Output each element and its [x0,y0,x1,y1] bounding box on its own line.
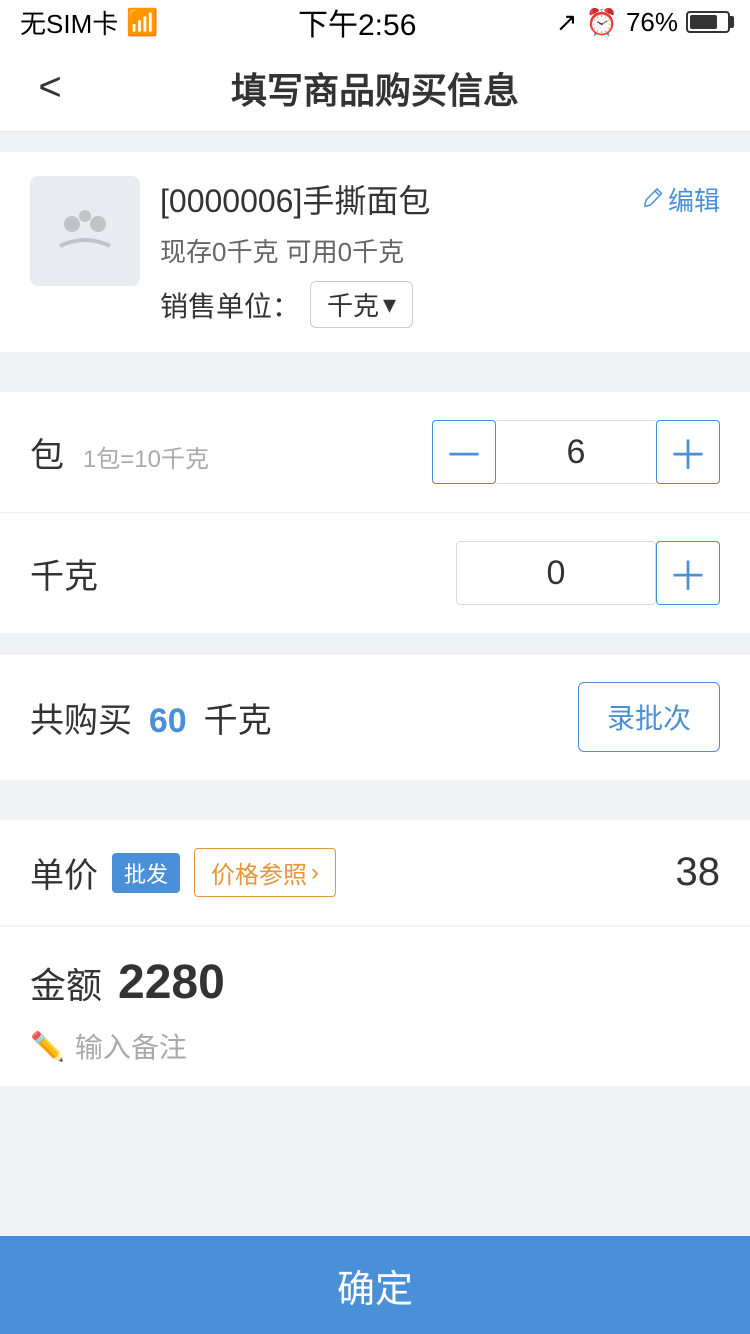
bag-hint: 1包=10千克 [83,446,209,473]
total-row: 共购买 60 千克 录批次 [0,653,750,780]
battery-percent: 76% [626,7,678,38]
amount-section: 金额 2280 ✏️ 输入备注 [0,927,750,1086]
product-name: [0000006]手撕面包 [160,176,430,222]
total-amount: 60 [149,702,187,740]
battery-fill [690,15,717,29]
alarm-icon: ⏰ [586,7,618,38]
price-label: 单价 [30,848,98,897]
remark-placeholder: 输入备注 [75,1026,187,1066]
product-info: [0000006]手撕面包 编辑 现存0千克 可用0千克 销售单位： 千克 ▾ [160,176,720,328]
price-ref-arrow: › [311,859,319,887]
amount-value: 2280 [118,955,225,1010]
amount-label: 金额 [30,957,102,1009]
kg-qty-control: ＋ [456,541,720,605]
bag-qty-input[interactable] [496,420,656,484]
bag-decrement-button[interactable]: － [432,420,496,484]
quantity-section: 包 1包=10千克 － ＋ 千克 ＋ [0,392,750,633]
bag-qty-row: 包 1包=10千克 － ＋ [0,392,750,513]
unit-select[interactable]: 千克 ▾ [310,281,413,328]
status-right: ↗ ⏰ 76% [556,7,730,38]
time-display: 下午2:56 [298,0,416,44]
price-left: 单价 批发 价格参照 › [30,848,336,897]
bag-qty-control: － ＋ [432,420,720,484]
edit-button[interactable]: 编辑 [642,181,720,218]
product-card: [0000006]手撕面包 编辑 现存0千克 可用0千克 销售单位： 千克 ▾ [0,152,750,352]
divider-3 [0,780,750,800]
pencil-icon: ✏️ [30,1030,65,1063]
product-image [30,176,140,286]
back-button[interactable]: < [20,58,80,118]
amount-row: 金额 2280 [30,955,720,1010]
price-value: 38 [676,850,721,895]
wifi-icon: 📶 [126,7,158,38]
product-logo-icon [50,196,120,266]
price-ref-button[interactable]: 价格参照 › [194,848,336,897]
product-stock: 现存0千克 可用0千克 [160,232,720,269]
unit-value: 千克 [327,286,379,323]
location-icon: ↗ [556,7,578,38]
kg-label-group: 千克 [30,549,98,598]
bag-label-group: 包 1包=10千克 [30,428,209,477]
dropdown-icon: ▾ [383,289,396,320]
batch-button[interactable]: 录批次 [578,682,720,752]
price-section: 单价 批发 价格参照 › 38 [0,820,750,925]
page-title: 填写商品购买信息 [231,62,519,114]
kg-qty-input[interactable] [456,541,656,605]
status-left: 无SIM卡 📶 [20,4,159,41]
edit-icon [642,188,664,210]
bag-label: 包 [30,437,64,475]
total-info: 共购买 60 千克 [30,693,272,742]
carrier-text: 无SIM卡 [20,4,118,41]
price-ref-label: 价格参照 [211,855,307,890]
total-unit: 千克 [204,702,272,740]
total-label: 共购买 [30,702,132,740]
status-bar: 无SIM卡 📶 下午2:56 ↗ ⏰ 76% [0,0,750,44]
kg-label: 千克 [30,558,98,596]
product-unit-row: 销售单位： 千克 ▾ [160,281,720,328]
divider-1 [0,352,750,372]
divider-2 [0,633,750,653]
confirm-button[interactable]: 确定 [0,1236,750,1334]
nav-bar: < 填写商品购买信息 [0,44,750,132]
remark-row[interactable]: ✏️ 输入备注 [30,1026,720,1066]
battery-icon [686,11,730,33]
product-name-row: [0000006]手撕面包 编辑 [160,176,720,222]
kg-qty-row: 千克 ＋ [0,513,750,633]
price-tag: 批发 [112,853,180,893]
unit-label: 销售单位： [160,285,300,325]
kg-increment-button[interactable]: ＋ [656,541,720,605]
bag-increment-button[interactable]: ＋ [656,420,720,484]
